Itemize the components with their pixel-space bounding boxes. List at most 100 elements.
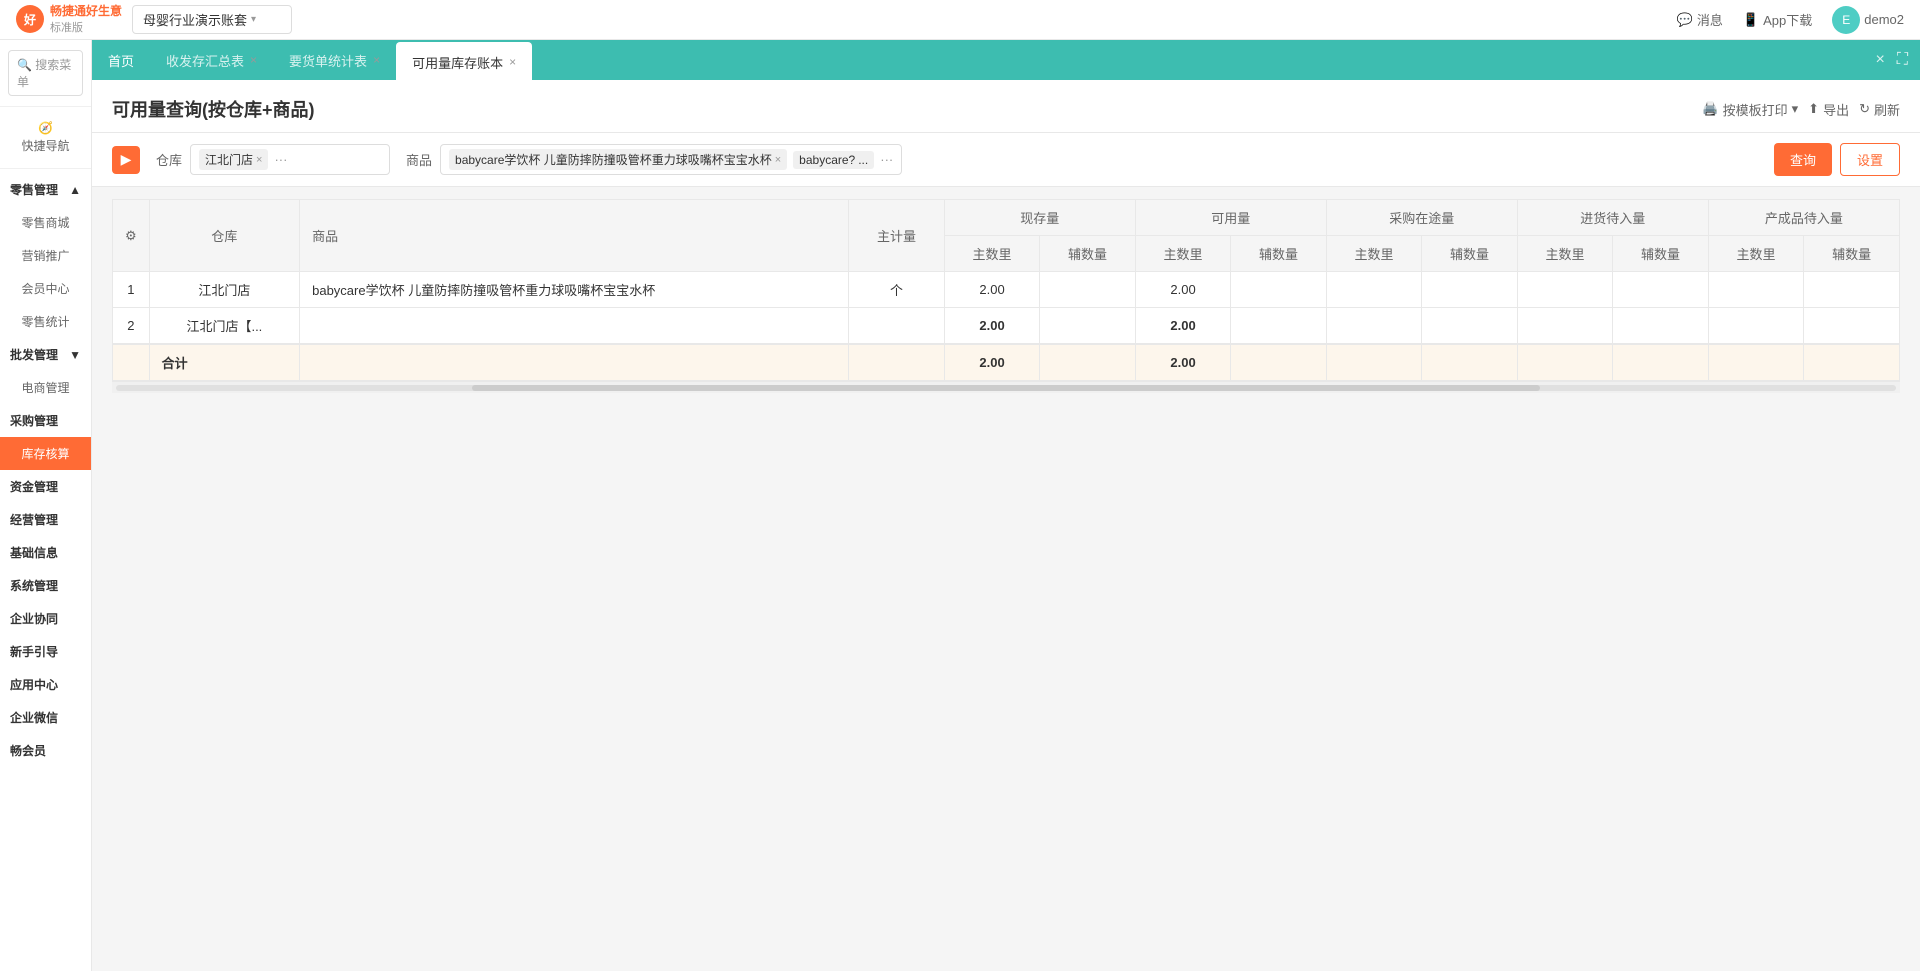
summary-purchase-main (1326, 308, 1422, 345)
footer-incoming-main (1517, 344, 1613, 381)
sidebar-item-marketing[interactable]: 营销推广 (0, 239, 91, 272)
export-button[interactable]: ⬆ 导出 (1808, 100, 1849, 119)
product-tag-1: babycare学饮杯 儿童防摔防撞吸管杯重力球吸嘴杯宝宝水杯 × (449, 149, 787, 170)
footer-product (300, 344, 849, 381)
tab-order-stats-close[interactable]: × (373, 54, 380, 66)
tab-receipt-summary[interactable]: 收发存汇总表 × (150, 40, 273, 80)
row1-avail-aux (1231, 272, 1327, 308)
product-tag-2: babycare? ... (793, 151, 874, 169)
th-available: 可用量 (1135, 200, 1326, 236)
summary-incoming-aux (1613, 308, 1709, 345)
settings-button[interactable]: 设置 (1840, 143, 1900, 176)
tab-available-inventory-close[interactable]: × (509, 56, 516, 68)
chevron-down-icon: ▾ (251, 14, 256, 25)
tab-order-stats-label: 要货单统计表 (289, 51, 367, 70)
row1-unit: 个 (849, 272, 945, 308)
sidebar-group-header-wholesale[interactable]: 批发管理 ▼ (0, 338, 91, 371)
page-content: 可用量查询(按仓库+商品) 🖨️ 按模板打印 ▾ ⬆ 导出 ↻ 刷新 (92, 80, 1920, 971)
print-icon: 🖨️ (1702, 101, 1718, 117)
sidebar-item-wechat[interactable]: 企业微信 (0, 701, 91, 734)
warehouse-label: 仓库 (156, 150, 182, 169)
refresh-button[interactable]: ↻ 刷新 (1859, 100, 1900, 119)
sidebar-item-system[interactable]: 系统管理 (0, 569, 91, 602)
message-button[interactable]: 💬 消息 (1677, 10, 1723, 29)
warehouse-tag-close[interactable]: × (256, 154, 262, 166)
footer-unit (849, 344, 945, 381)
sidebar-item-member2[interactable]: 畅会员 (0, 734, 91, 767)
table-row: 1 江北门店 babycare学饮杯 儿童防摔防撞吸管杯重力球吸嘴杯宝宝水杯 个… (113, 272, 1900, 308)
footer-current-aux (1040, 344, 1136, 381)
tab-order-stats[interactable]: 要货单统计表 × (273, 40, 396, 80)
sidebar-item-quick-nav[interactable]: 🧭 快捷导航 (0, 113, 91, 162)
th-current-stock: 现存量 (944, 200, 1135, 236)
wholesale-group-label: 批发管理 (10, 346, 58, 363)
tab-bar-end: × ⛶ (1871, 47, 1920, 73)
footer-current-main: 2.00 (944, 344, 1040, 381)
th-warehouse: 仓库 (149, 200, 299, 272)
logo-text: 畅捷通好生意 (50, 4, 122, 18)
footer-production-aux (1804, 344, 1900, 381)
print-button[interactable]: 🖨️ 按模板打印 ▾ (1702, 100, 1798, 119)
sidebar-item-app-center[interactable]: 应用中心 (0, 668, 91, 701)
sidebar-item-retail-stats[interactable]: 零售统计 (0, 305, 91, 338)
sidebar-item-ecommerce[interactable]: 电商管理 (0, 371, 91, 404)
warehouse-tag: 江北门店 × (199, 149, 268, 170)
product-tag-1-close[interactable]: × (775, 154, 781, 166)
message-icon: 💬 (1677, 12, 1693, 28)
product-dots[interactable]: ··· (880, 152, 893, 167)
row1-production-aux (1804, 272, 1900, 308)
content-area: 首页 收发存汇总表 × 要货单统计表 × 可用量库存账本 × × ⛶ (92, 40, 1920, 971)
app-download-button[interactable]: 📱 App下载 (1743, 10, 1812, 29)
product-input[interactable]: babycare学饮杯 儿童防摔防撞吸管杯重力球吸嘴杯宝宝水杯 × babyca… (440, 144, 902, 175)
search-menu-button[interactable]: 🔍 搜索菜单 (8, 50, 83, 96)
warehouse-input[interactable]: 江北门店 × ··· (190, 144, 390, 175)
store-selector[interactable]: 母婴行业演示账套 ▾ (132, 5, 292, 34)
th-production-main: 主数里 (1708, 236, 1804, 272)
tab-home[interactable]: 首页 (92, 40, 150, 80)
sidebar-item-member[interactable]: 会员中心 (0, 272, 91, 305)
th-settings[interactable]: ⚙ (113, 200, 150, 272)
export-icon: ⬆ (1808, 101, 1819, 117)
logo-area: 好 畅捷通好生意 标准版 (16, 4, 122, 34)
tab-receipt-summary-close[interactable]: × (250, 54, 257, 66)
scrollbar-thumb[interactable] (472, 385, 1540, 391)
sidebar-item-retail-mall[interactable]: 零售商城 (0, 206, 91, 239)
summary-index: 2 (113, 308, 150, 345)
summary-purchase-aux (1422, 308, 1518, 345)
sidebar-item-operations[interactable]: 经营管理 (0, 503, 91, 536)
user-area[interactable]: E demo2 (1832, 6, 1904, 34)
search-icon: 🔍 (17, 58, 32, 72)
row1-current-aux (1040, 272, 1136, 308)
row1-product: babycare学饮杯 儿童防摔防撞吸管杯重力球吸嘴杯宝宝水杯 (300, 272, 849, 308)
summary-production-main (1708, 308, 1804, 345)
sidebar-item-basic-info[interactable]: 基础信息 (0, 536, 91, 569)
sidebar-group-header-retail[interactable]: 零售管理 ▲ (0, 173, 91, 206)
horizontal-scrollbar[interactable] (112, 381, 1900, 393)
sidebar-item-purchase[interactable]: 采购管理 (0, 404, 91, 437)
footer-incoming-aux (1613, 344, 1709, 381)
product-tag-suffix: ... (858, 153, 868, 167)
th-production-pending: 产成品待入量 (1708, 200, 1899, 236)
sidebar-item-guide[interactable]: 新手引导 (0, 635, 91, 668)
warehouse-dots[interactable]: ··· (274, 152, 287, 167)
footer-avail-aux (1231, 344, 1327, 381)
filter-toggle-button[interactable]: ▶ (112, 146, 140, 174)
footer-production-main (1708, 344, 1804, 381)
sidebar-item-inventory[interactable]: 库存核算 (0, 437, 91, 470)
summary-incoming-main (1517, 308, 1613, 345)
query-button[interactable]: 查询 (1774, 143, 1832, 176)
avatar: E (1832, 6, 1860, 34)
row1-production-main (1708, 272, 1804, 308)
maximize-button[interactable]: ⛶ (1893, 47, 1912, 73)
tab-available-inventory[interactable]: 可用量库存账本 × (396, 42, 532, 82)
sidebar-item-enterprise[interactable]: 企业协同 (0, 602, 91, 635)
row1-purchase-aux (1422, 272, 1518, 308)
row1-current-main: 2.00 (944, 272, 1040, 308)
print-arrow: ▾ (1792, 101, 1799, 117)
summary-avail-main: 2.00 (1135, 308, 1231, 345)
warehouse-filter-group: 仓库 江北门店 × ··· (156, 144, 390, 175)
export-label: 导出 (1823, 100, 1849, 119)
sidebar-item-finance[interactable]: 资金管理 (0, 470, 91, 503)
close-all-tabs-button[interactable]: × (1871, 47, 1888, 73)
chevron-up-icon: ▲ (69, 183, 81, 197)
